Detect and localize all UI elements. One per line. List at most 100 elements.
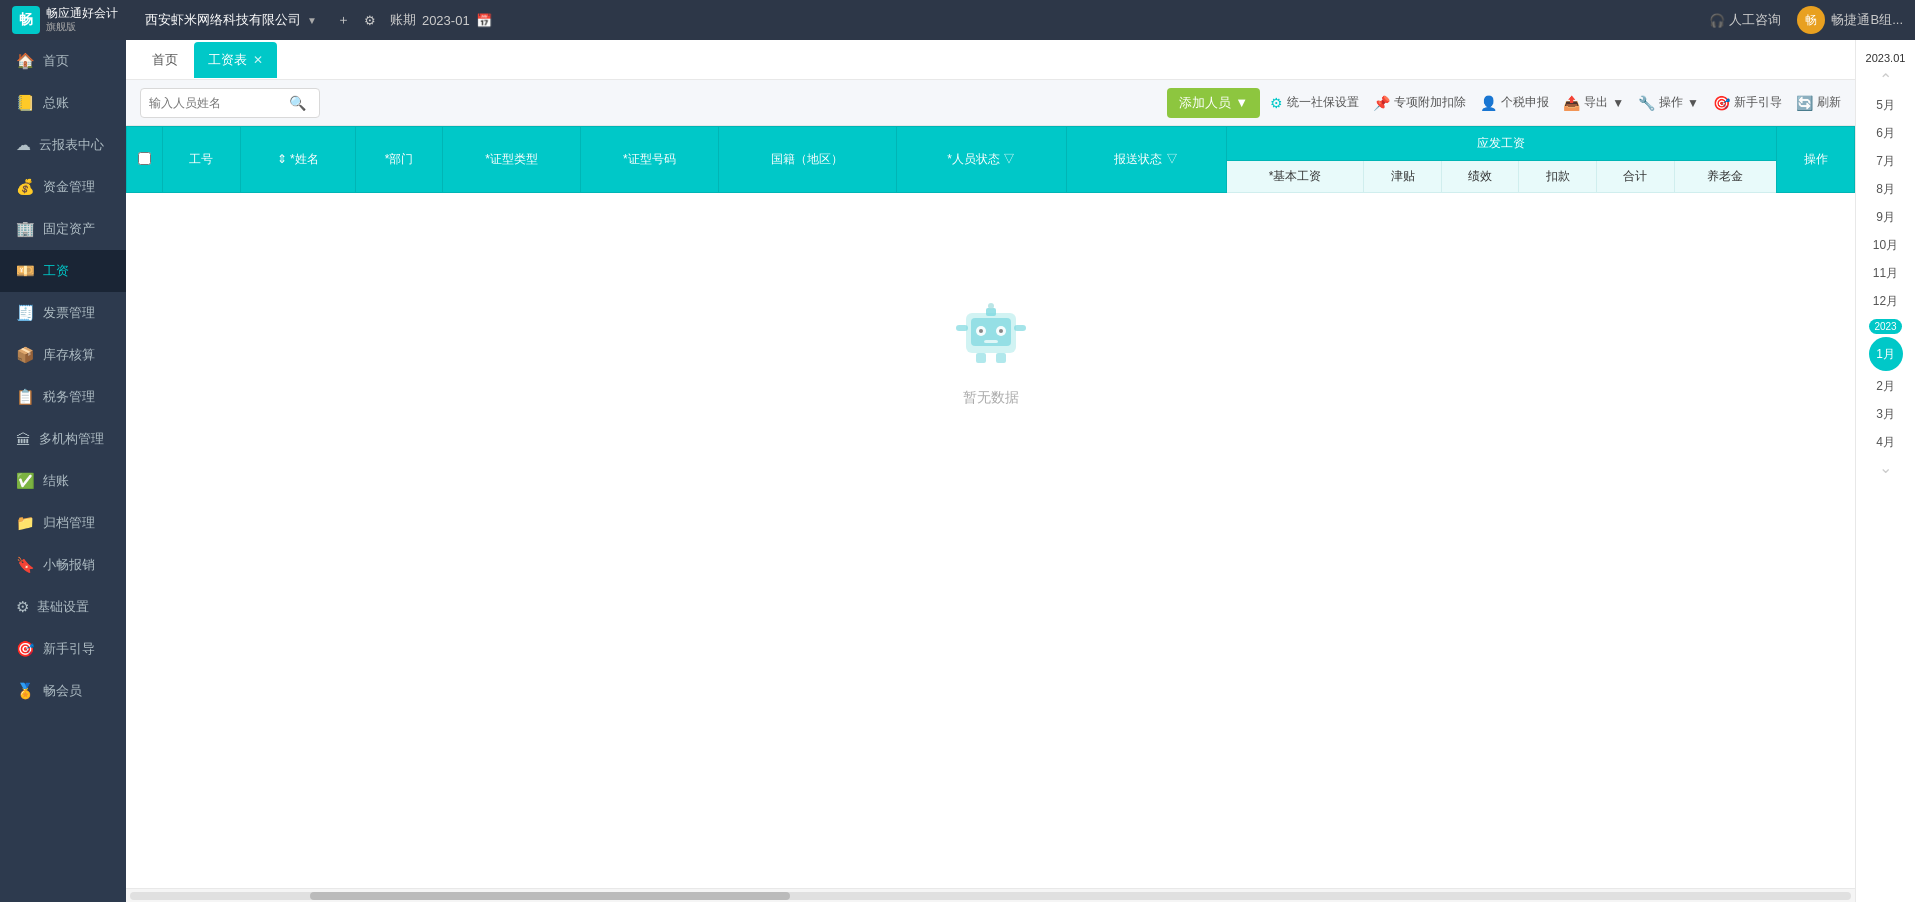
sidebar-label-guide: 新手引导: [43, 640, 95, 658]
sidebar-label-home: 首页: [43, 52, 69, 70]
deduct-btn[interactable]: 📌 专项附加扣除: [1373, 94, 1466, 111]
salary-table: 工号 ⇕ *姓名 *部门 *证型类型 *证型号码 国籍（地区） *人员状态 ▽ …: [126, 126, 1855, 467]
sidebar-item-assets[interactable]: 🏢 固定资产: [0, 208, 126, 250]
period-display: 账期 2023-01 📅: [390, 11, 492, 29]
month-7[interactable]: 7月: [1864, 148, 1908, 174]
bottom-scrollbar[interactable]: [126, 888, 1855, 902]
add-company-btn[interactable]: ＋: [337, 11, 350, 29]
social-icon: ⚙: [1270, 95, 1283, 111]
sidebar: 🏠 首页 📒 总账 ☁ 云报表中心 💰 资金管理 🏢 固定资产 💴 工资 🧾 发…: [0, 40, 126, 902]
month-3[interactable]: 3月: [1864, 401, 1908, 427]
sidebar-label-expense: 小畅报销: [43, 556, 95, 574]
tab-home[interactable]: 首页: [138, 42, 192, 78]
col-social: 养老金: [1674, 161, 1777, 193]
sidebar-item-member[interactable]: 🏅 畅会员: [0, 670, 126, 712]
select-all-checkbox[interactable]: [138, 152, 151, 165]
up-chevron-icon[interactable]: ⌃: [1877, 68, 1894, 91]
cloud-icon: ☁: [16, 136, 31, 154]
settings-icon: ⚙: [16, 598, 29, 616]
month-9[interactable]: 9月: [1864, 204, 1908, 230]
sidebar-item-archive[interactable]: 📁 归档管理: [0, 502, 126, 544]
month-2[interactable]: 2月: [1864, 373, 1908, 399]
app-sub: 旗舰版: [46, 20, 118, 34]
export-icon: 📤: [1563, 95, 1580, 111]
search-icon[interactable]: 🔍: [289, 95, 306, 111]
col-region: 国籍（地区）: [718, 127, 896, 193]
sidebar-label-tax: 税务管理: [43, 388, 95, 406]
report-filter-icon[interactable]: ▽: [1166, 152, 1178, 166]
search-input[interactable]: [149, 96, 289, 110]
sidebar-item-ledger[interactable]: 📒 总账: [0, 82, 126, 124]
tab-close-icon[interactable]: ✕: [253, 53, 263, 67]
toolbar: 🔍 添加人员 ▼ ⚙ 统一社保设置 📌 专项附加扣除 👤 个税申报: [126, 80, 1855, 126]
add-person-button[interactable]: 添加人员 ▼: [1167, 88, 1260, 118]
col-salary-group: 应发工资: [1226, 127, 1777, 161]
month-4[interactable]: 4月: [1864, 429, 1908, 455]
period-label: 账期: [390, 11, 416, 29]
salary-icon: 💴: [16, 262, 35, 280]
export-arrow-icon: ▼: [1612, 96, 1624, 110]
sidebar-label-multi: 多机构管理: [39, 430, 104, 448]
month-5[interactable]: 5月: [1864, 92, 1908, 118]
user-area[interactable]: 畅 畅捷通B组...: [1797, 6, 1903, 34]
sidebar-item-salary[interactable]: 💴 工资: [0, 250, 126, 292]
sidebar-item-tax[interactable]: 📋 税务管理: [0, 376, 126, 418]
month-6[interactable]: 6月: [1864, 120, 1908, 146]
year-badge: 2023: [1869, 319, 1901, 334]
empty-state-cell: 暂无数据: [127, 193, 1855, 468]
invoice-icon: 🧾: [16, 304, 35, 322]
refresh-btn[interactable]: 🔄 刷新: [1796, 94, 1841, 111]
calendar-icon[interactable]: 📅: [476, 13, 492, 28]
archive-icon: 📁: [16, 514, 35, 532]
col-performance: 绩效: [1441, 161, 1519, 193]
search-wrapper[interactable]: 🔍: [140, 88, 320, 118]
guide-btn[interactable]: 🎯 新手引导: [1713, 94, 1782, 111]
sidebar-item-multi[interactable]: 🏛 多机构管理: [0, 418, 126, 460]
sidebar-item-expense[interactable]: 🔖 小畅报销: [0, 544, 126, 586]
sidebar-item-guide[interactable]: 🎯 新手引导: [0, 628, 126, 670]
company-selector[interactable]: 西安虾米网络科技有限公司 ▼: [137, 11, 325, 29]
sidebar-item-settings[interactable]: ⚙ 基础设置: [0, 586, 126, 628]
down-chevron-icon[interactable]: ⌄: [1877, 456, 1894, 479]
tab-home-label: 首页: [152, 51, 178, 69]
month-11[interactable]: 11月: [1864, 260, 1908, 286]
month-10[interactable]: 10月: [1864, 232, 1908, 258]
home-icon: 🏠: [16, 52, 35, 70]
guide-icon: 🎯: [1713, 95, 1730, 111]
sidebar-item-home[interactable]: 🏠 首页: [0, 40, 126, 82]
service-button[interactable]: 🎧 人工咨询: [1709, 11, 1781, 29]
month-1[interactable]: 1月: [1869, 337, 1903, 371]
sidebar-label-member: 畅会员: [43, 682, 82, 700]
service-label: 人工咨询: [1729, 11, 1781, 29]
sidebar-item-finance[interactable]: 💰 资金管理: [0, 166, 126, 208]
tab-salary[interactable]: 工资表 ✕: [194, 42, 277, 78]
avatar: 畅: [1797, 6, 1825, 34]
sidebar-label-settle: 结账: [43, 472, 69, 490]
sidebar-item-cloud[interactable]: ☁ 云报表中心: [0, 124, 126, 166]
logo-text-block: 畅应通好会计 旗舰版: [46, 6, 118, 34]
svg-rect-10: [1014, 325, 1026, 331]
operation-label: 操作: [1659, 94, 1683, 111]
table-wrapper: 工号 ⇕ *姓名 *部门 *证型类型 *证型号码 国籍（地区） *人员状态 ▽ …: [126, 126, 1855, 888]
sidebar-item-invoice[interactable]: 🧾 发票管理: [0, 292, 126, 334]
app-name: 畅应通好会计: [46, 6, 118, 20]
social-settings-btn[interactable]: ⚙ 统一社保设置: [1270, 94, 1359, 111]
status-filter-icon[interactable]: ▽: [1003, 152, 1015, 166]
operation-btn[interactable]: 🔧 操作 ▼: [1638, 94, 1699, 111]
svg-point-4: [979, 329, 983, 333]
scroll-track[interactable]: [130, 892, 1851, 900]
export-label: 导出: [1584, 94, 1608, 111]
sidebar-item-settle[interactable]: ✅ 结账: [0, 460, 126, 502]
export-btn[interactable]: 📤 导出 ▼: [1563, 94, 1624, 111]
sidebar-item-inventory[interactable]: 📦 库存核算: [0, 334, 126, 376]
svg-rect-9: [956, 325, 968, 331]
settings-btn[interactable]: ⚙: [364, 13, 376, 28]
month-8[interactable]: 8月: [1864, 176, 1908, 202]
month-12[interactable]: 12月: [1864, 288, 1908, 314]
col-base: *基本工资: [1226, 161, 1364, 193]
scroll-thumb[interactable]: [310, 892, 790, 900]
empty-state: 暂无数据: [127, 193, 1855, 467]
tax-report-btn[interactable]: 👤 个税申报: [1480, 94, 1549, 111]
svg-rect-12: [996, 353, 1006, 363]
svg-point-8: [988, 303, 994, 309]
